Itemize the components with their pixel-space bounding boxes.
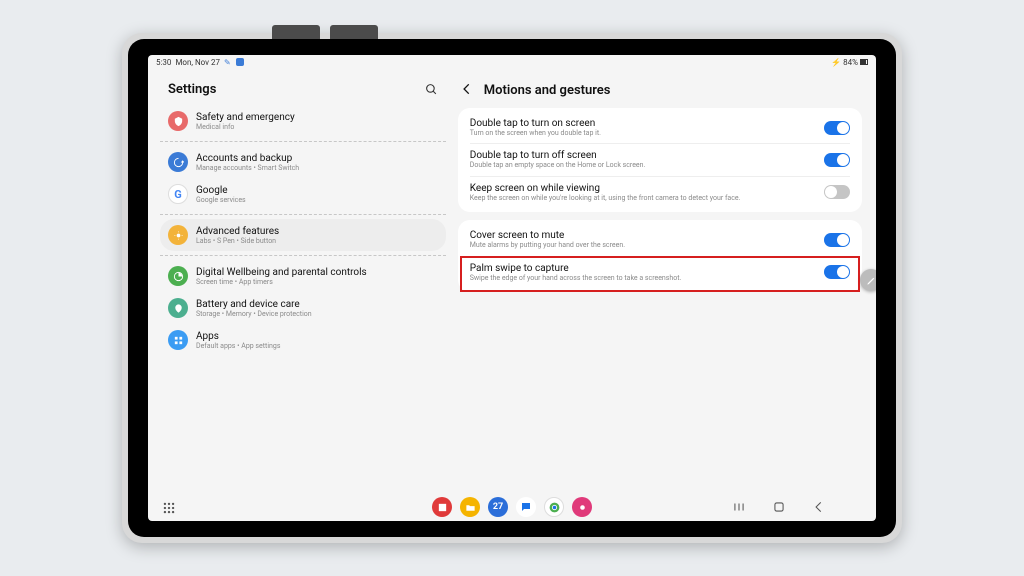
row-double-tap-on[interactable]: Double tap to turn on screenTurn on the … bbox=[458, 112, 862, 143]
dock-app-flipboard[interactable] bbox=[432, 497, 452, 517]
pencil-icon bbox=[866, 275, 877, 286]
nav-buttons bbox=[732, 500, 826, 514]
lightning-icon: ⚡ bbox=[831, 58, 841, 67]
search-button[interactable] bbox=[424, 81, 440, 97]
sidebar-item-google[interactable]: G GoogleGoogle services bbox=[160, 178, 446, 210]
wellbeing-icon bbox=[168, 266, 188, 286]
settings-card-1: Double tap to turn on screenTurn on the … bbox=[458, 108, 862, 212]
dock-app-calendar[interactable]: 27 bbox=[488, 497, 508, 517]
settings-header: Settings bbox=[160, 77, 446, 105]
tablet-frame: 5:30 Mon, Nov 27 ✎ ⚡ 84% bbox=[122, 33, 902, 543]
apps-icon bbox=[168, 330, 188, 350]
toggle-keep-screen-on[interactable] bbox=[824, 185, 850, 199]
toggle-cover-mute[interactable] bbox=[824, 233, 850, 247]
sync-icon bbox=[168, 152, 188, 172]
sidebar-item-apps[interactable]: AppsDefault apps • App settings bbox=[160, 324, 446, 356]
sidebar-item-battery[interactable]: Battery and device careStorage • Memory … bbox=[160, 292, 446, 324]
back-nav-button[interactable] bbox=[812, 500, 826, 514]
status-time: 5:30 bbox=[156, 58, 171, 67]
dock: 27 bbox=[432, 497, 592, 517]
settings-title: Settings bbox=[168, 82, 216, 97]
home-button[interactable] bbox=[772, 500, 786, 514]
row-palm-swipe[interactable]: Palm swipe to captureSwipe the edge of y… bbox=[458, 257, 862, 288]
dock-app-chrome[interactable] bbox=[544, 497, 564, 517]
dock-app-files[interactable] bbox=[460, 497, 480, 517]
battery-icon bbox=[860, 59, 868, 65]
sidebar-item-safety[interactable]: Safety and emergencyMedical info bbox=[160, 105, 446, 137]
sidebar-item-label: Safety and emergency bbox=[196, 112, 295, 123]
row-keep-screen-on[interactable]: Keep screen on while viewingKeep the scr… bbox=[458, 177, 862, 208]
row-cover-mute[interactable]: Cover screen to muteMute alarms by putti… bbox=[458, 224, 862, 255]
page-title: Motions and gestures bbox=[484, 83, 611, 98]
google-icon: G bbox=[168, 184, 188, 204]
toggle-double-tap-on[interactable] bbox=[824, 121, 850, 135]
app-drawer-button[interactable] bbox=[162, 500, 176, 514]
settings-card-2: Cover screen to muteMute alarms by putti… bbox=[458, 220, 862, 292]
settings-sidebar: Settings Safety and emergencyMedical inf… bbox=[148, 69, 454, 493]
toggle-double-tap-off[interactable] bbox=[824, 153, 850, 167]
sidebar-item-wellbeing[interactable]: Digital Wellbeing and parental controlsS… bbox=[160, 260, 446, 292]
content-split: Settings Safety and emergencyMedical inf… bbox=[148, 69, 876, 493]
toggle-palm-swipe[interactable] bbox=[824, 265, 850, 279]
advanced-icon bbox=[168, 225, 188, 245]
detail-pane: Motions and gestures Double tap to turn … bbox=[454, 69, 876, 493]
screen: 5:30 Mon, Nov 27 ✎ ⚡ 84% bbox=[148, 55, 876, 521]
device-care-icon bbox=[168, 298, 188, 318]
status-icon-app bbox=[236, 58, 244, 66]
edit-fab[interactable] bbox=[860, 269, 876, 291]
dock-app-messages[interactable] bbox=[516, 497, 536, 517]
recents-button[interactable] bbox=[732, 500, 746, 514]
status-bar: 5:30 Mon, Nov 27 ✎ ⚡ 84% bbox=[148, 55, 876, 69]
status-icon-edit: ✎ bbox=[224, 58, 232, 66]
camera-notches bbox=[272, 25, 378, 39]
shield-icon bbox=[168, 111, 188, 131]
navigation-bar: 27 bbox=[148, 493, 876, 521]
status-date: Mon, Nov 27 bbox=[175, 58, 220, 67]
sidebar-item-accounts[interactable]: Accounts and backupManage accounts • Sma… bbox=[160, 146, 446, 178]
bezel: 5:30 Mon, Nov 27 ✎ ⚡ 84% bbox=[128, 39, 896, 537]
back-button[interactable] bbox=[460, 81, 474, 100]
row-double-tap-off[interactable]: Double tap to turn off screenDouble tap … bbox=[458, 144, 862, 175]
detail-header: Motions and gestures bbox=[458, 77, 862, 108]
dock-app-camera[interactable] bbox=[572, 497, 592, 517]
sidebar-item-advanced-features[interactable]: Advanced featuresLabs • S Pen • Side but… bbox=[160, 219, 446, 251]
search-icon bbox=[425, 83, 438, 96]
status-battery: 84% bbox=[843, 58, 858, 67]
